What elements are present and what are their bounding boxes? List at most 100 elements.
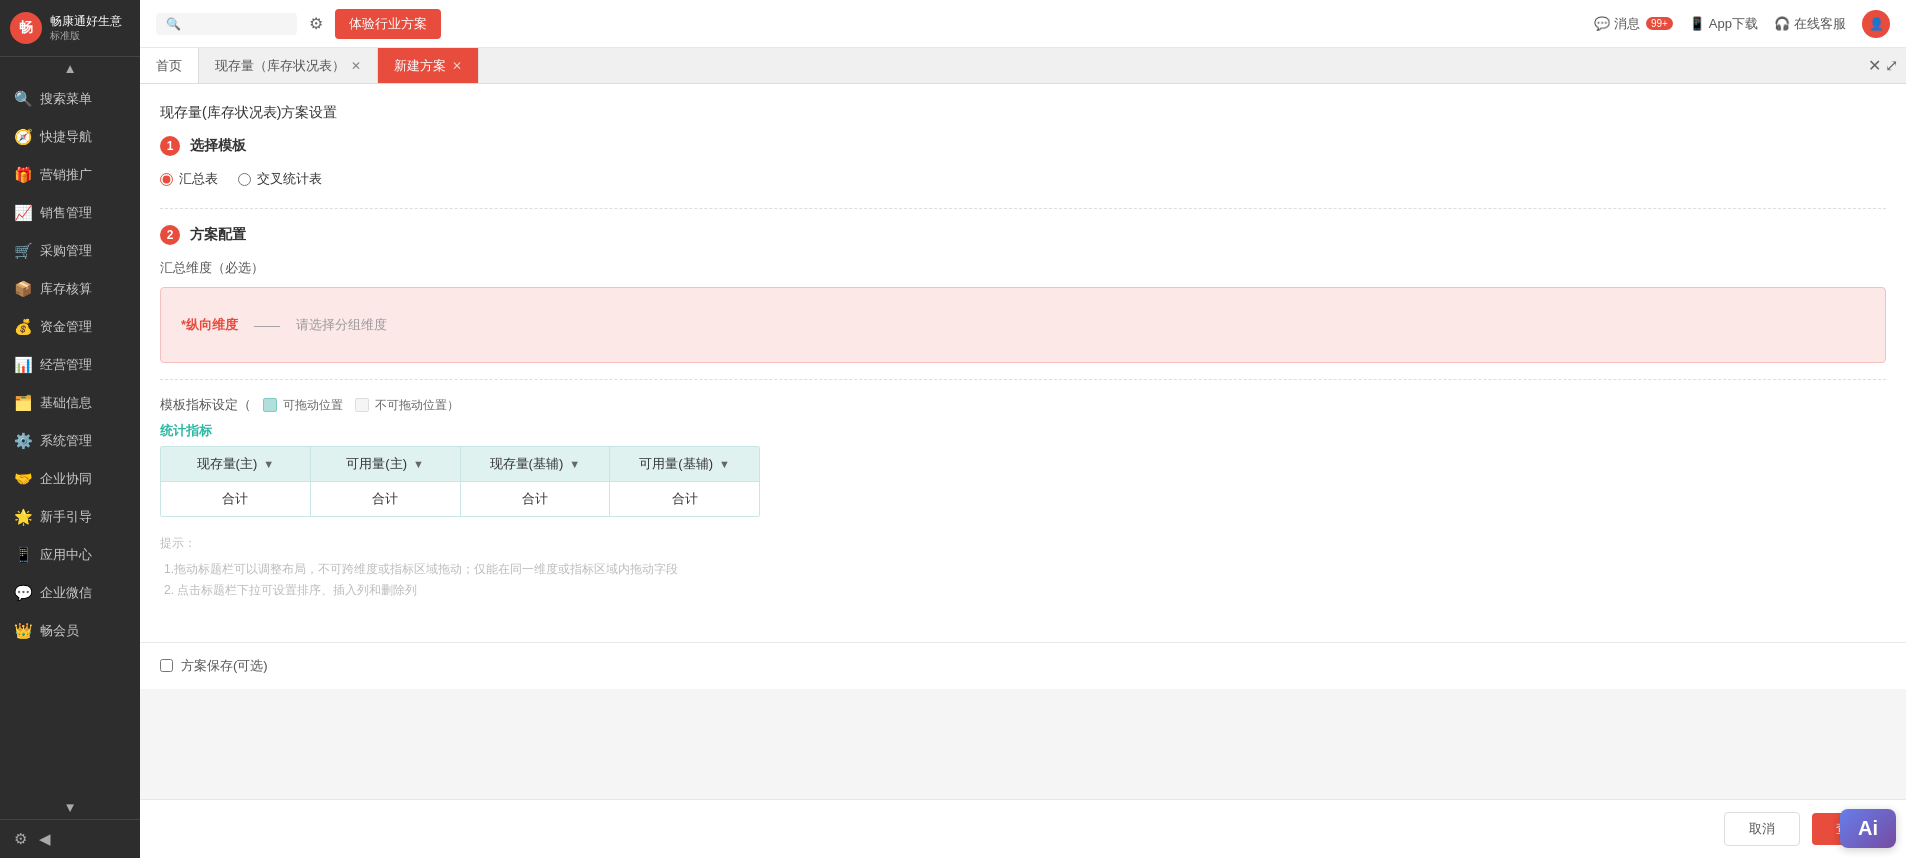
sidebar-item-sales[interactable]: 📈 销售管理 — [0, 194, 140, 232]
indicators-label-text: 模板指标设定（ — [160, 396, 251, 414]
sidebar-item-label: 应用中心 — [40, 546, 92, 564]
cross-table-radio[interactable] — [238, 173, 251, 186]
topbar-settings-button[interactable]: ⚙ — [309, 14, 323, 33]
sidebar-item-system[interactable]: ⚙️ 系统管理 — [0, 422, 140, 460]
tab-expand-button[interactable]: ⤢ — [1885, 56, 1898, 75]
sidebar-item-enterprise[interactable]: 🤝 企业协同 — [0, 460, 140, 498]
gift-icon: 🎁 — [14, 166, 32, 184]
save-option-row: 方案保存(可选) — [140, 642, 1906, 689]
col1-chevron-icon: ▼ — [263, 458, 274, 470]
sidebar: 畅 畅康通好生意 标准版 ▲ 🔍 搜索菜单 🧭 快捷导航 🎁 营销推广 📈 销售… — [0, 0, 140, 858]
topbar: 🔍 ⚙ 体验行业方案 💬 消息 99+ 📱 App下载 🎧 在线客服 — [140, 0, 1906, 48]
stats-col-1[interactable]: 现存量(主) ▼ — [161, 447, 311, 481]
topbar-left: 🔍 ⚙ 体验行业方案 — [156, 9, 441, 39]
config-panel: 现存量(库存状况表)方案设置 1 选择模板 汇总表 交叉统计表 — [140, 84, 1906, 642]
sidebar-item-management[interactable]: 📊 经营管理 — [0, 346, 140, 384]
tab-new-scheme[interactable]: 新建方案 ✕ — [378, 48, 479, 83]
sidebar-item-finance[interactable]: 💰 资金管理 — [0, 308, 140, 346]
sidebar-item-label: 畅会员 — [40, 622, 79, 640]
dimension-label: 汇总维度（必选） — [160, 259, 1886, 277]
ai-button[interactable]: Ai — [1840, 809, 1896, 848]
user-avatar[interactable]: 👤 — [1862, 10, 1890, 38]
mobile-icon: 📱 — [14, 546, 32, 564]
cancel-button[interactable]: 取消 — [1724, 812, 1800, 846]
divider-2 — [160, 379, 1886, 380]
step2-title: 方案配置 — [190, 226, 246, 244]
sidebar-item-marketing[interactable]: 🎁 营销推广 — [0, 156, 140, 194]
tab-home[interactable]: 首页 — [140, 48, 199, 83]
page-title: 现存量(库存状况表)方案设置 — [160, 104, 1886, 136]
sidebar-scroll-up[interactable]: ▲ — [0, 57, 140, 80]
step2-header: 2 方案配置 — [160, 225, 1886, 245]
chart-icon: 📊 — [14, 356, 32, 374]
sidebar-item-label: 企业协同 — [40, 470, 92, 488]
folder-icon: 🗂️ — [14, 394, 32, 412]
dimension-box[interactable]: *纵向维度 —— 请选择分组维度 — [160, 287, 1886, 363]
footer-bar: 取消 查询 — [140, 799, 1906, 858]
app-logo: 畅 畅康通好生意 标准版 — [0, 0, 140, 57]
sidebar-scroll-down[interactable]: ▼ — [0, 796, 140, 819]
summary-table-radio[interactable] — [160, 173, 173, 186]
step1-header: 1 选择模板 — [160, 136, 1886, 156]
summary-table-option[interactable]: 汇总表 — [160, 170, 218, 188]
stats-col-3[interactable]: 现存量(基辅) ▼ — [461, 447, 611, 481]
tabbar: 首页 现存量（库存状况表） ✕ 新建方案 ✕ ✕ ⤢ — [140, 48, 1906, 84]
sidebar-item-search[interactable]: 🔍 搜索菜单 — [0, 80, 140, 118]
notification-icon: 💬 — [1594, 16, 1610, 31]
app-download-area[interactable]: 📱 App下载 — [1689, 15, 1758, 33]
stats-cell-1: 合计 — [161, 481, 311, 516]
sidebar-item-inventory[interactable]: 📦 库存核算 — [0, 270, 140, 308]
tab-inventory-status[interactable]: 现存量（库存状况表） ✕ — [199, 48, 378, 83]
search-input[interactable] — [187, 17, 287, 31]
tip-2: 2. 点击标题栏下拉可设置排序、插入列和删除列 — [160, 580, 1886, 602]
sidebar-item-basic[interactable]: 🗂️ 基础信息 — [0, 384, 140, 422]
sidebar-item-app-center[interactable]: 📱 应用中心 — [0, 536, 140, 574]
chat-icon: 💬 — [14, 584, 32, 602]
stats-col-2[interactable]: 可用量(主) ▼ — [311, 447, 461, 481]
industry-scheme-button[interactable]: 体验行业方案 — [335, 9, 441, 39]
draggable-legend: 可拖动位置 — [263, 397, 343, 414]
tab-close-all-button[interactable]: ✕ — [1868, 56, 1881, 75]
compass-icon: 🧭 — [14, 128, 32, 146]
app-version: 标准版 — [50, 29, 122, 43]
step2-section: 2 方案配置 汇总维度（必选） *纵向维度 —— 请选择分组维度 模板指标设定（ — [160, 225, 1886, 602]
inventory-icon: 📦 — [14, 280, 32, 298]
save-checkbox[interactable] — [160, 659, 173, 672]
stats-table-header: 现存量(主) ▼ 可用量(主) ▼ 现存量(基辅) ▼ 可用量(基辅) — [161, 447, 759, 481]
sidebar-item-purchase[interactable]: 🛒 采购管理 — [0, 232, 140, 270]
sidebar-collapse-btn[interactable]: ◀ — [39, 830, 51, 848]
star-icon: 🌟 — [14, 508, 32, 526]
stats-cell-2: 合计 — [311, 481, 461, 516]
notification-badge: 99+ — [1646, 17, 1673, 30]
gear-icon: ⚙️ — [14, 432, 32, 450]
online-service-area[interactable]: 🎧 在线客服 — [1774, 15, 1846, 33]
stats-label: 统计指标 — [160, 422, 1886, 440]
sidebar-item-label: 搜索菜单 — [40, 90, 92, 108]
search-icon: 🔍 — [166, 17, 181, 31]
nodrag-legend: 不可拖动位置） — [355, 397, 459, 414]
app-download-label: App下载 — [1709, 15, 1758, 33]
new-scheme-tab-close[interactable]: ✕ — [452, 59, 462, 73]
notification-label: 消息 — [1614, 15, 1640, 33]
stats-col-1-label: 现存量(主) — [197, 455, 258, 473]
notification-area[interactable]: 💬 消息 99+ — [1594, 15, 1673, 33]
main-area: 🔍 ⚙ 体验行业方案 💬 消息 99+ 📱 App下载 🎧 在线客服 — [140, 0, 1906, 858]
sidebar-item-label: 新手引导 — [40, 508, 92, 526]
sidebar-item-label: 销售管理 — [40, 204, 92, 222]
cross-table-label: 交叉统计表 — [257, 170, 322, 188]
sidebar-item-guide[interactable]: 🌟 新手引导 — [0, 498, 140, 536]
inventory-tab-close[interactable]: ✕ — [351, 59, 361, 73]
cross-table-option[interactable]: 交叉统计表 — [238, 170, 322, 188]
sidebar-settings-btn[interactable]: ⚙ — [14, 830, 27, 848]
sidebar-item-wechat[interactable]: 💬 企业微信 — [0, 574, 140, 612]
sidebar-nav: 🔍 搜索菜单 🧭 快捷导航 🎁 营销推广 📈 销售管理 🛒 采购管理 📦 库存核… — [0, 80, 140, 796]
sidebar-item-shortcut[interactable]: 🧭 快捷导航 — [0, 118, 140, 156]
col3-chevron-icon: ▼ — [569, 458, 580, 470]
search-icon: 🔍 — [14, 90, 32, 108]
sidebar-item-member[interactable]: 👑 畅会员 — [0, 612, 140, 650]
stats-table-body: 合计 合计 合计 合计 — [161, 481, 759, 516]
stats-col-4[interactable]: 可用量(基辅) ▼ — [610, 447, 759, 481]
stats-cell-4: 合计 — [610, 481, 759, 516]
step1-badge: 1 — [160, 136, 180, 156]
tip-1: 1.拖动标题栏可以调整布局，不可跨维度或指标区域拖动；仅能在同一维度或指标区域内… — [160, 559, 1886, 581]
